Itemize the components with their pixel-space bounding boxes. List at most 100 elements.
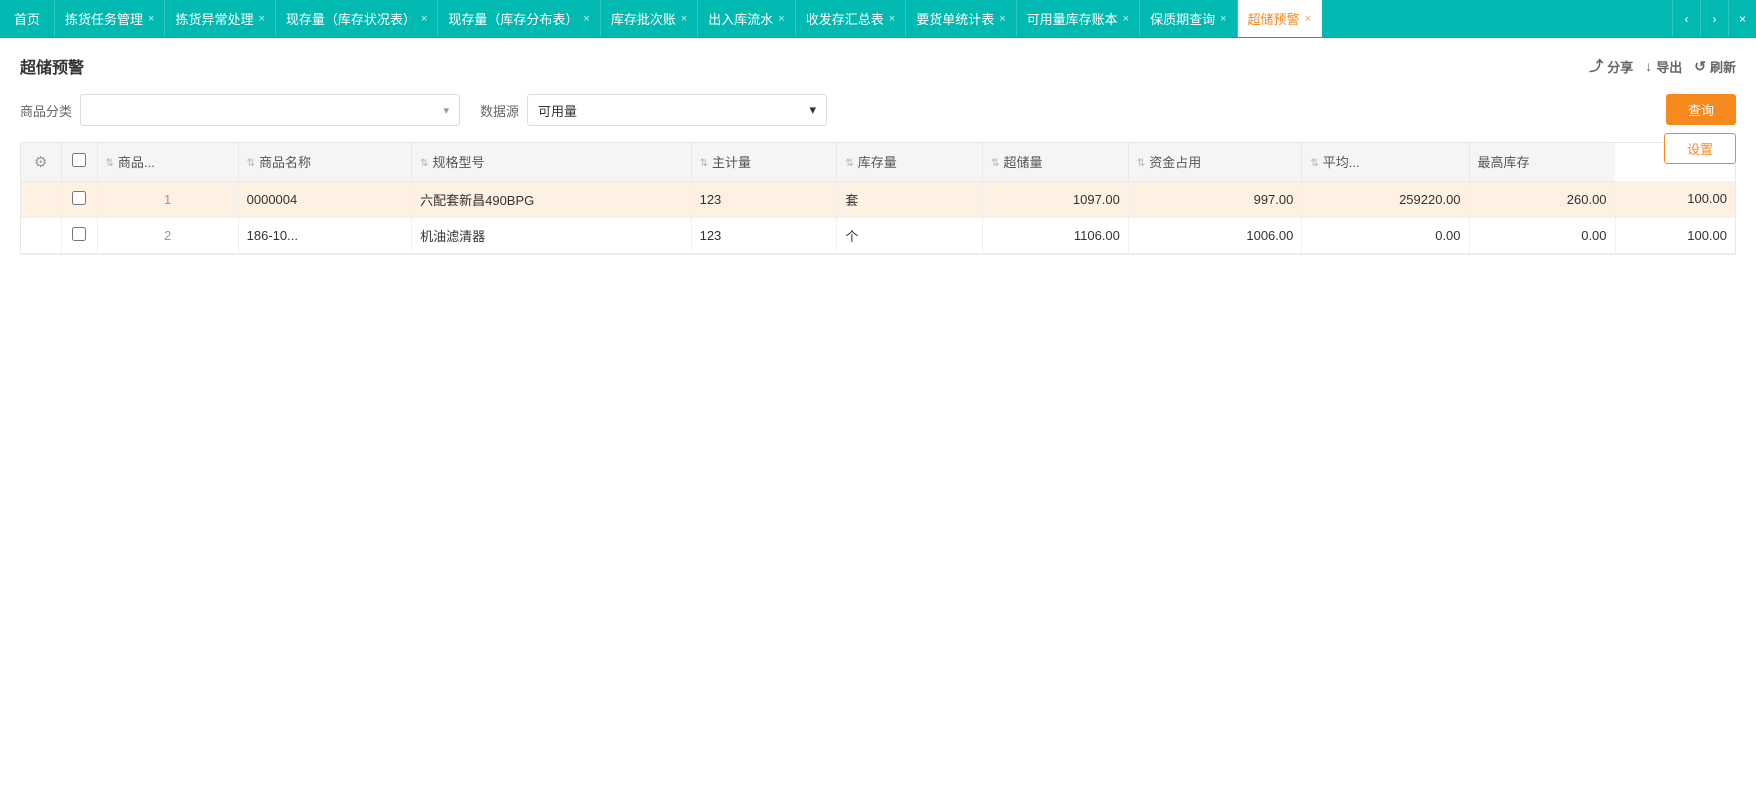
table-body: 10000004六配套新昌490BPG123套1097.00997.002592… (21, 181, 1735, 253)
row-unit-1: 个 (837, 217, 983, 253)
refresh-button[interactable]: ↺ 刷新 (1694, 57, 1736, 76)
nav-tab-label-tab-1: 拣货任务管理 (65, 9, 143, 28)
row-gear-cell-0 (21, 181, 61, 217)
page-title: 超储预警 (20, 54, 84, 78)
sort-icon-col-over: ⇅ (991, 154, 999, 169)
row-stock-1: 1106.00 (983, 217, 1129, 253)
datasource-value: 可用量 (538, 101, 577, 120)
th-content-col-unit: ⇅ 主计量 (700, 152, 829, 171)
nav-home[interactable]: 首页 (0, 0, 55, 37)
category-filter: 商品分类 ▾ (20, 94, 460, 126)
col-header-col-avg[interactable]: ⇅平均... (1302, 143, 1469, 181)
row-checkbox-cell-0 (61, 181, 97, 217)
col-header-col-settings: ⚙ (21, 143, 61, 181)
export-button[interactable]: ↓ 导出 (1645, 57, 1682, 76)
nav-tab-tab-10[interactable]: 保质期查询 × (1140, 0, 1237, 37)
col-label-col-code: 商品... (118, 152, 155, 171)
nav-tab-tab-7[interactable]: 收发存汇总表× (796, 0, 906, 37)
select-all-checkbox[interactable] (72, 153, 86, 167)
share-icon: ⤴ (1589, 56, 1603, 76)
row-num-1: 2 (97, 217, 238, 253)
nav-tab-label-tab-5: 库存批次账 (611, 9, 676, 28)
category-label: 商品分类 (20, 101, 72, 120)
row-checkbox-cell-1 (61, 217, 97, 253)
th-content-col-max: 最高库存 (1478, 152, 1608, 171)
nav-arrow-right[interactable]: › (1700, 0, 1728, 37)
col-label-col-name: 商品名称 (259, 152, 311, 171)
nav-tab-label-tab-8: 要货单统计表 (916, 9, 994, 28)
row-avg-1: 0.00 (1469, 217, 1615, 253)
col-header-col-max: 最高库存 (1469, 143, 1615, 181)
sort-icon-col-unit: ⇅ (700, 154, 708, 169)
th-content-col-over: ⇅ 超储量 (991, 152, 1120, 171)
query-button[interactable]: 查询 (1666, 94, 1736, 125)
th-content-col-name: ⇅ 商品名称 (247, 152, 403, 171)
sort-icon-col-avg: ⇅ (1310, 154, 1318, 169)
nav-tabs: 拣货任务管理×拣货异常处理×现存量（库存状况表）×现存量（库存分布表）×库存批次… (55, 0, 1322, 37)
col-header-col-capital[interactable]: ⇅资金占用 (1128, 143, 1301, 181)
nav-tab-tab-11[interactable]: 超储预警 × (1238, 0, 1322, 37)
nav-tab-close-tab-6[interactable]: × (778, 13, 784, 25)
sort-icon-col-stock: ⇅ (845, 154, 853, 169)
col-label-col-capital: 资金占用 (1149, 152, 1201, 171)
nav-tab-tab-4[interactable]: 现存量（库存分布表）× (438, 0, 600, 37)
nav-tab-close-tab-3[interactable]: × (421, 13, 427, 25)
datasource-dropdown-arrow: ▾ (810, 102, 817, 118)
col-header-col-code[interactable]: ⇅商品... (97, 143, 238, 181)
nav-tab-tab-9[interactable]: 可用量库存账本× (1017, 0, 1140, 37)
nav-tab-close-tab-7[interactable]: × (889, 13, 895, 25)
nav-tab-tab-5[interactable]: 库存批次账 × (601, 0, 698, 37)
sort-icon-col-name: ⇅ (247, 154, 255, 169)
row-gear-cell-1 (21, 217, 61, 253)
nav-tab-close-tab-11[interactable]: × (1305, 13, 1311, 25)
datasource-label: 数据源 (480, 101, 519, 120)
nav-tab-close-tab-2[interactable]: × (258, 13, 264, 25)
nav-arrow-left[interactable]: ‹ (1672, 0, 1700, 37)
settings-button[interactable]: 设置 (1664, 133, 1736, 164)
datasource-filter: 数据源 可用量 ▾ (480, 94, 827, 126)
row-checkbox-0[interactable] (72, 191, 86, 205)
export-icon: ↓ (1645, 58, 1652, 74)
col-header-col-unit[interactable]: ⇅ 主计量 (691, 143, 837, 181)
nav-tab-close-tab-1[interactable]: × (148, 13, 154, 25)
col-header-col-stock[interactable]: ⇅ 库存量 (837, 143, 983, 181)
col-header-col-over[interactable]: ⇅ 超储量 (983, 143, 1129, 181)
row-stock-0: 1097.00 (983, 181, 1129, 217)
filter-buttons: 查询 设置 (1664, 94, 1736, 164)
nav-tab-close-tab-4[interactable]: × (583, 13, 589, 25)
nav-arrow-close[interactable]: × (1728, 0, 1756, 37)
category-select[interactable]: ▾ (80, 94, 460, 126)
nav-tab-label-tab-11: 超储预警 (1248, 9, 1300, 28)
share-button[interactable]: ⤴ 分享 (1589, 56, 1633, 76)
nav-tab-close-tab-5[interactable]: × (681, 13, 687, 25)
col-header-col-spec[interactable]: ⇅规格型号 (412, 143, 691, 181)
th-content-col-code: ⇅商品... (106, 152, 230, 171)
col-label-col-unit: 主计量 (712, 152, 751, 171)
table-row: 2186-10...机油滤清器123个1106.001006.000.000.0… (21, 217, 1735, 253)
nav-tab-tab-2[interactable]: 拣货异常处理 × (165, 0, 275, 37)
nav-tab-tab-1[interactable]: 拣货任务管理 × (55, 0, 165, 37)
nav-arrows: ‹ › × (1672, 0, 1756, 37)
nav-tab-close-tab-9[interactable]: × (1123, 13, 1129, 25)
nav-tab-close-tab-10[interactable]: × (1220, 13, 1226, 25)
nav-tab-tab-3[interactable]: 现存量（库存状况表）× (276, 0, 438, 37)
gear-settings-icon[interactable]: ⚙ (34, 154, 47, 171)
nav-tab-tab-8[interactable]: 要货单统计表 × (906, 0, 1016, 37)
col-label-col-over: 超储量 (1004, 152, 1043, 171)
row-name-1: 机油滤清器 (412, 217, 691, 253)
table-row: 10000004六配套新昌490BPG123套1097.00997.002592… (21, 181, 1735, 217)
nav-tab-close-tab-8[interactable]: × (999, 13, 1005, 25)
nav-tab-tab-6[interactable]: 出入库流水× (698, 0, 795, 37)
row-over-0: 997.00 (1128, 181, 1301, 217)
datasource-select[interactable]: 可用量 ▾ (527, 94, 827, 126)
col-header-col-name[interactable]: ⇅ 商品名称 (238, 143, 411, 181)
col-header-col-checkbox (61, 143, 97, 181)
category-dropdown-arrow: ▾ (443, 104, 449, 117)
row-capital-1: 0.00 (1302, 217, 1469, 253)
col-label-col-stock: 库存量 (858, 152, 897, 171)
row-max-1: 100.00 (1615, 217, 1735, 253)
row-checkbox-1[interactable] (72, 227, 86, 241)
nav-tab-label-tab-2: 拣货异常处理 (175, 9, 253, 28)
data-table: ⚙⇅商品...⇅商品名称⇅规格型号⇅主计量⇅库存量⇅超储量⇅资金占用⇅平均...… (20, 142, 1736, 255)
nav-tab-label-tab-10: 保质期查询 (1150, 9, 1215, 28)
